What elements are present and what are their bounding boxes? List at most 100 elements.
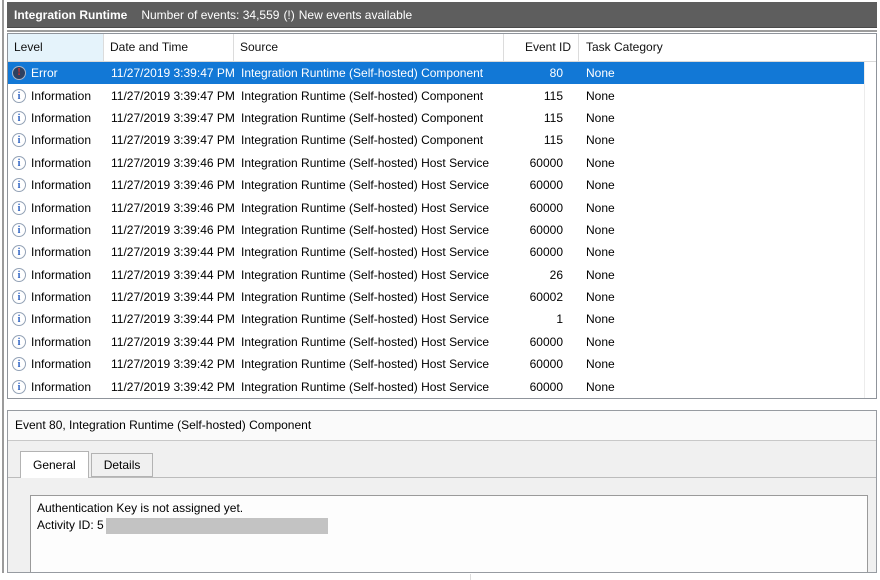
source: Integration Runtime (Self-hosted) Host S… <box>234 201 504 215</box>
source: Integration Runtime (Self-hosted) Compon… <box>234 111 504 125</box>
redaction-box <box>106 518 328 534</box>
event-id: 26 <box>504 268 579 282</box>
event-id: 60000 <box>504 335 579 349</box>
level-label: Information <box>31 201 91 215</box>
event-row[interactable]: i Information 11/27/2019 3:39:44 PM Inte… <box>8 241 864 263</box>
event-list-panel: Level Date and Time Source Event ID Task… <box>7 33 877 399</box>
information-icon: i <box>12 156 26 170</box>
event-row[interactable]: i Information 11/27/2019 3:39:46 PM Inte… <box>8 174 864 196</box>
information-icon: i <box>12 111 26 125</box>
event-row[interactable]: i Information 11/27/2019 3:39:42 PM Inte… <box>8 375 864 397</box>
event-id: 60000 <box>504 380 579 394</box>
task-category: None <box>579 268 864 282</box>
source: Integration Runtime (Self-hosted) Host S… <box>234 290 504 304</box>
event-id: 60000 <box>504 201 579 215</box>
tab-general[interactable]: General <box>20 451 89 478</box>
date-and-time: 11/27/2019 3:39:44 PM <box>104 245 234 259</box>
event-row[interactable]: ! Error 11/27/2019 3:39:47 PM Integratio… <box>8 62 864 84</box>
level-label: Information <box>31 268 91 282</box>
source: Integration Runtime (Self-hosted) Host S… <box>234 156 504 170</box>
event-id: 60000 <box>504 156 579 170</box>
event-id: 115 <box>504 89 579 103</box>
date-and-time: 11/27/2019 3:39:47 PM <box>104 66 234 80</box>
source: Integration Runtime (Self-hosted) Host S… <box>234 268 504 282</box>
event-row[interactable]: i Information 11/27/2019 3:39:47 PM Inte… <box>8 129 864 151</box>
date-and-time: 11/27/2019 3:39:42 PM <box>104 380 234 394</box>
log-status: Number of events: 34,559 (!) New events … <box>141 8 412 22</box>
event-row[interactable]: i Information 11/27/2019 3:39:44 PM Inte… <box>8 331 864 353</box>
level-label: Information <box>31 290 91 304</box>
level-label: Information <box>31 335 91 349</box>
event-row[interactable]: i Information 11/27/2019 3:39:47 PM Inte… <box>8 107 864 129</box>
tab-details[interactable]: Details <box>91 453 154 477</box>
information-icon: i <box>12 223 26 237</box>
task-category: None <box>579 245 864 259</box>
column-header-event-id[interactable]: Event ID <box>504 34 579 61</box>
event-id: 60002 <box>504 290 579 304</box>
window-left-edge <box>2 0 4 573</box>
error-icon: ! <box>12 66 26 80</box>
task-category: None <box>579 89 864 103</box>
log-header-bar: Integration Runtime Number of events: 34… <box>7 2 877 28</box>
information-icon: i <box>12 290 26 304</box>
event-row[interactable]: i Information 11/27/2019 3:39:46 PM Inte… <box>8 196 864 218</box>
level-label: Information <box>31 245 91 259</box>
events-count-label: Number of events: 34,559 <box>141 8 279 22</box>
vertical-scrollbar-track[interactable] <box>864 62 876 398</box>
information-icon: i <box>12 380 26 394</box>
date-and-time: 11/27/2019 3:39:44 PM <box>104 290 234 304</box>
event-id: 1 <box>504 312 579 326</box>
source: Integration Runtime (Self-hosted) Host S… <box>234 245 504 259</box>
source: Integration Runtime (Self-hosted) Host S… <box>234 335 504 349</box>
information-icon: i <box>12 357 26 371</box>
preview-pane: Event 80, Integration Runtime (Self-host… <box>7 410 877 573</box>
date-and-time: 11/27/2019 3:39:44 PM <box>104 268 234 282</box>
task-category: None <box>579 66 864 80</box>
level-label: Error <box>31 66 58 80</box>
level-label: Information <box>31 357 91 371</box>
level-label: Information <box>31 178 91 192</box>
source: Integration Runtime (Self-hosted) Compon… <box>234 89 504 103</box>
task-category: None <box>579 380 864 394</box>
date-and-time: 11/27/2019 3:39:47 PM <box>104 111 234 125</box>
level-label: Information <box>31 380 91 394</box>
event-row[interactable]: i Information 11/27/2019 3:39:44 PM Inte… <box>8 286 864 308</box>
event-row[interactable]: i Information 11/27/2019 3:39:44 PM Inte… <box>8 264 864 286</box>
information-icon: i <box>12 133 26 147</box>
event-row[interactable]: i Information 11/27/2019 3:39:46 PM Inte… <box>8 152 864 174</box>
event-row[interactable]: i Information 11/27/2019 3:39:44 PM Inte… <box>8 308 864 330</box>
level-label: Information <box>31 312 91 326</box>
date-and-time: 11/27/2019 3:39:46 PM <box>104 178 234 192</box>
information-icon: i <box>12 245 26 259</box>
date-and-time: 11/27/2019 3:39:47 PM <box>104 89 234 103</box>
message-line-1: Authentication Key is not assigned yet. <box>37 500 861 517</box>
task-category: None <box>579 357 864 371</box>
column-header-source[interactable]: Source <box>234 34 504 61</box>
event-id: 80 <box>504 66 579 80</box>
activity-id-label: Activity ID: 5 <box>37 517 104 534</box>
event-row[interactable]: i Information 11/27/2019 3:39:47 PM Inte… <box>8 84 864 106</box>
task-category: None <box>579 312 864 326</box>
event-id: 60000 <box>504 245 579 259</box>
event-id: 60000 <box>504 223 579 237</box>
column-header-level[interactable]: Level <box>8 34 104 61</box>
new-events-link[interactable]: New events available <box>299 8 412 22</box>
event-row[interactable]: i Information 11/27/2019 3:39:46 PM Inte… <box>8 219 864 241</box>
event-row[interactable]: i Information 11/27/2019 3:39:42 PM Inte… <box>8 353 864 375</box>
level-label: Information <box>31 156 91 170</box>
event-message-box[interactable]: Authentication Key is not assigned yet. … <box>30 495 868 573</box>
date-and-time: 11/27/2019 3:39:42 PM <box>104 357 234 371</box>
column-header-task-category[interactable]: Task Category <box>579 34 876 61</box>
task-category: None <box>579 111 864 125</box>
event-id: 115 <box>504 133 579 147</box>
column-header-date-and-time[interactable]: Date and Time <box>104 34 234 61</box>
level-label: Information <box>31 133 91 147</box>
date-and-time: 11/27/2019 3:39:44 PM <box>104 312 234 326</box>
date-and-time: 11/27/2019 3:39:46 PM <box>104 201 234 215</box>
task-category: None <box>579 335 864 349</box>
source: Integration Runtime (Self-hosted) Host S… <box>234 223 504 237</box>
log-title: Integration Runtime <box>7 8 127 22</box>
date-and-time: 11/27/2019 3:39:44 PM <box>104 335 234 349</box>
date-and-time: 11/27/2019 3:39:46 PM <box>104 156 234 170</box>
header-separator <box>7 30 877 32</box>
